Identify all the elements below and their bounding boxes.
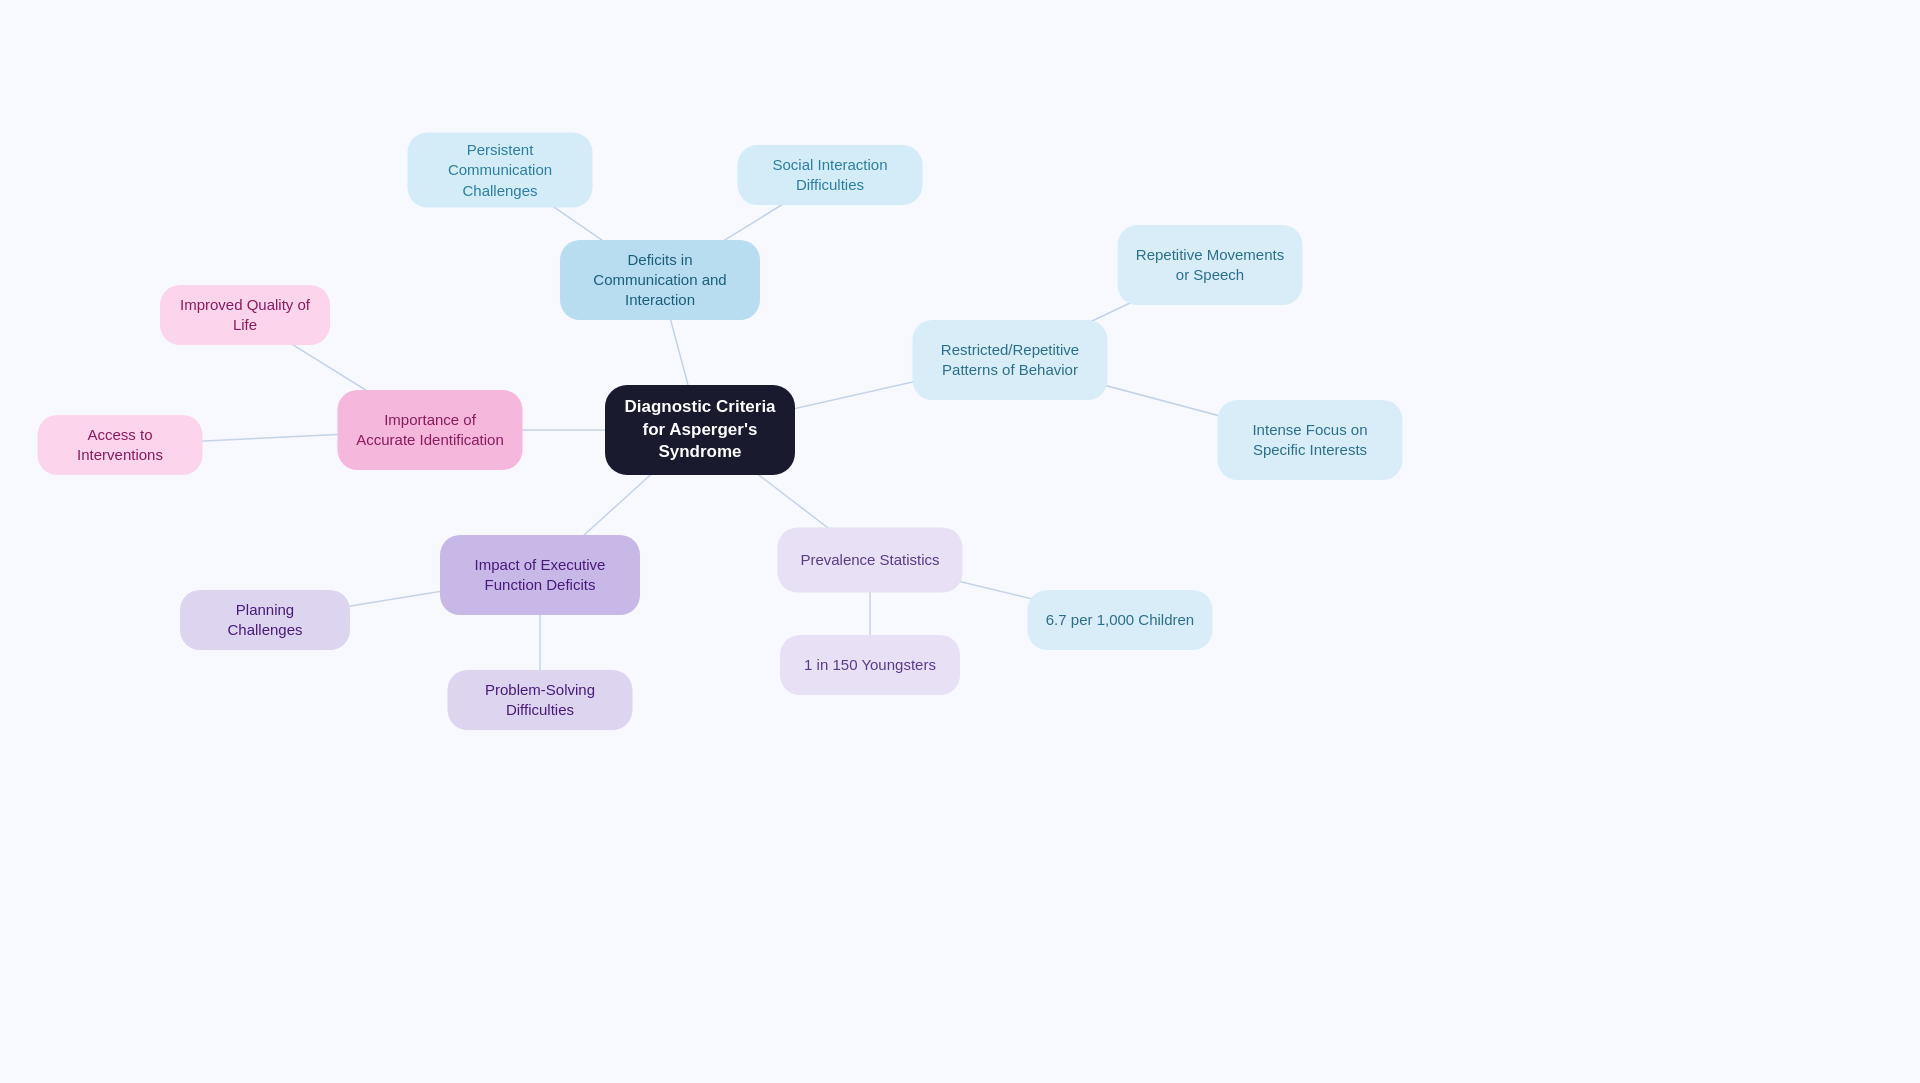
importance-id-node: Importance of Accurate Identification bbox=[338, 390, 523, 470]
intense-focus-node: Intense Focus on Specific Interests bbox=[1218, 400, 1403, 480]
center-node: Diagnostic Criteria for Asperger's Syndr… bbox=[605, 385, 795, 475]
exec-function-node: Impact of Executive Function Deficits bbox=[440, 535, 640, 615]
repetitive-movements-node: Repetitive Movements or Speech bbox=[1118, 225, 1303, 305]
planning-node: Planning Challenges bbox=[180, 590, 350, 650]
social-interaction-node: Social Interaction Difficulties bbox=[738, 145, 923, 205]
restricted-patterns-node: Restricted/Repetitive Patterns of Behavi… bbox=[913, 320, 1108, 400]
deficits-comm-node: Deficits in Communication and Interactio… bbox=[560, 240, 760, 320]
improved-quality-node: Improved Quality of Life bbox=[160, 285, 330, 345]
six-point-seven-node: 6.7 per 1,000 Children bbox=[1028, 590, 1213, 650]
access-interventions-node: Access to Interventions bbox=[38, 415, 203, 475]
one-in-150-node: 1 in 150 Youngsters bbox=[780, 635, 960, 695]
prevalence-node: Prevalence Statistics bbox=[778, 528, 963, 593]
persistent-comm-node: Persistent Communication Challenges bbox=[408, 133, 593, 208]
problem-solving-node: Problem-Solving Difficulties bbox=[448, 670, 633, 730]
